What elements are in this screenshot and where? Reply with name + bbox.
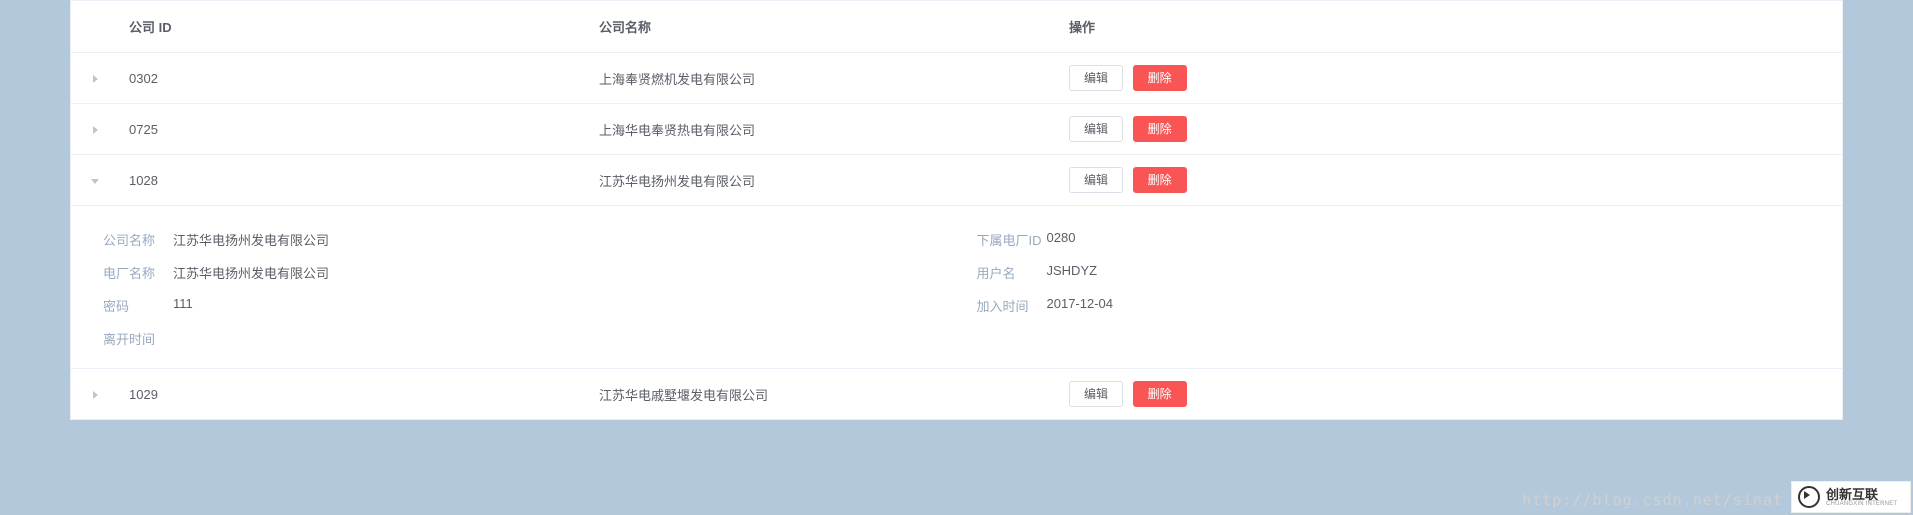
header-action: 操作 [1059,1,1842,53]
detail-label: 电厂名称 [103,263,173,282]
table-row: 1029 江苏华电戚墅堰发电有限公司 编辑 删除 [71,369,1842,420]
chevron-right-icon [93,126,98,134]
table-row: 0302 上海奉贤燃机发电有限公司 编辑 删除 [71,53,1842,104]
chevron-right-icon [93,75,98,83]
logo-icon [1798,486,1820,508]
edit-button[interactable]: 编辑 [1069,167,1123,193]
header-company-name: 公司名称 [589,1,1059,53]
chevron-right-icon [93,391,98,399]
expand-toggle[interactable] [71,53,119,104]
detail-value: 江苏华电扬州发电有限公司 [173,263,329,282]
logo-text-en: CHUANGXIN INTERNET [1826,501,1897,507]
corner-logo: 创新互联 CHUANGXIN INTERNET [1791,481,1911,513]
detail-label: 公司名称 [103,230,173,249]
cell-company-id: 0302 [119,53,589,104]
detail-username: 用户名 JSHDYZ [977,263,1811,282]
company-table-card: 公司 ID 公司名称 操作 0302 上海奉贤燃机发电有限公司 编辑 删除 07… [70,0,1843,420]
delete-button[interactable]: 删除 [1133,167,1187,193]
cell-actions: 编辑 删除 [1059,53,1842,104]
table-header-row: 公司 ID 公司名称 操作 [71,1,1842,53]
detail-value: 111 [173,296,193,315]
cell-company-name: 江苏华电戚墅堰发电有限公司 [589,369,1059,420]
detail-panel: 公司名称 江苏华电扬州发电有限公司 下属电厂ID 0280 电厂名称 江苏华电扬… [71,206,1842,368]
cell-company-name: 上海华电奉贤热电有限公司 [589,104,1059,155]
cell-company-id: 1029 [119,369,589,420]
detail-join-time: 加入时间 2017-12-04 [977,296,1811,315]
delete-button[interactable]: 删除 [1133,381,1187,407]
watermark-text: http://blog.csdn.net/sinat [1522,491,1783,509]
edit-button[interactable]: 编辑 [1069,65,1123,91]
detail-value: 江苏华电扬州发电有限公司 [173,230,329,249]
table-row: 0725 上海华电奉贤热电有限公司 编辑 删除 [71,104,1842,155]
cell-company-name: 上海奉贤燃机发电有限公司 [589,53,1059,104]
detail-leave-time: 离开时间 [103,329,937,348]
detail-plant-id: 下属电厂ID 0280 [977,230,1811,249]
detail-value: JSHDYZ [1047,263,1098,282]
header-company-id: 公司 ID [119,1,589,53]
delete-button[interactable]: 删除 [1133,116,1187,142]
detail-label: 离开时间 [103,329,173,348]
detail-password: 密码 111 [103,296,937,315]
expand-toggle[interactable] [71,369,119,420]
detail-label: 加入时间 [977,296,1047,315]
expand-toggle[interactable] [71,104,119,155]
cell-company-name: 江苏华电扬州发电有限公司 [589,155,1059,206]
company-table: 公司 ID 公司名称 操作 0302 上海奉贤燃机发电有限公司 编辑 删除 07… [71,1,1842,420]
detail-plant-name: 电厂名称 江苏华电扬州发电有限公司 [103,263,937,282]
delete-button[interactable]: 删除 [1133,65,1187,91]
cell-actions: 编辑 删除 [1059,369,1842,420]
expanded-detail-row: 公司名称 江苏华电扬州发电有限公司 下属电厂ID 0280 电厂名称 江苏华电扬… [71,206,1842,369]
detail-label: 下属电厂ID [977,230,1047,249]
detail-value: 0280 [1047,230,1076,249]
detail-label: 用户名 [977,263,1047,282]
detail-value: 2017-12-04 [1047,296,1114,315]
logo-text-cn: 创新互联 [1826,488,1897,501]
cell-company-id: 1028 [119,155,589,206]
chevron-down-icon [91,179,99,184]
edit-button[interactable]: 编辑 [1069,381,1123,407]
cell-company-id: 0725 [119,104,589,155]
table-row: 1028 江苏华电扬州发电有限公司 编辑 删除 [71,155,1842,206]
expand-toggle[interactable] [71,155,119,206]
cell-actions: 编辑 删除 [1059,155,1842,206]
cell-actions: 编辑 删除 [1059,104,1842,155]
detail-label: 密码 [103,296,173,315]
edit-button[interactable]: 编辑 [1069,116,1123,142]
detail-company-name: 公司名称 江苏华电扬州发电有限公司 [103,230,937,249]
